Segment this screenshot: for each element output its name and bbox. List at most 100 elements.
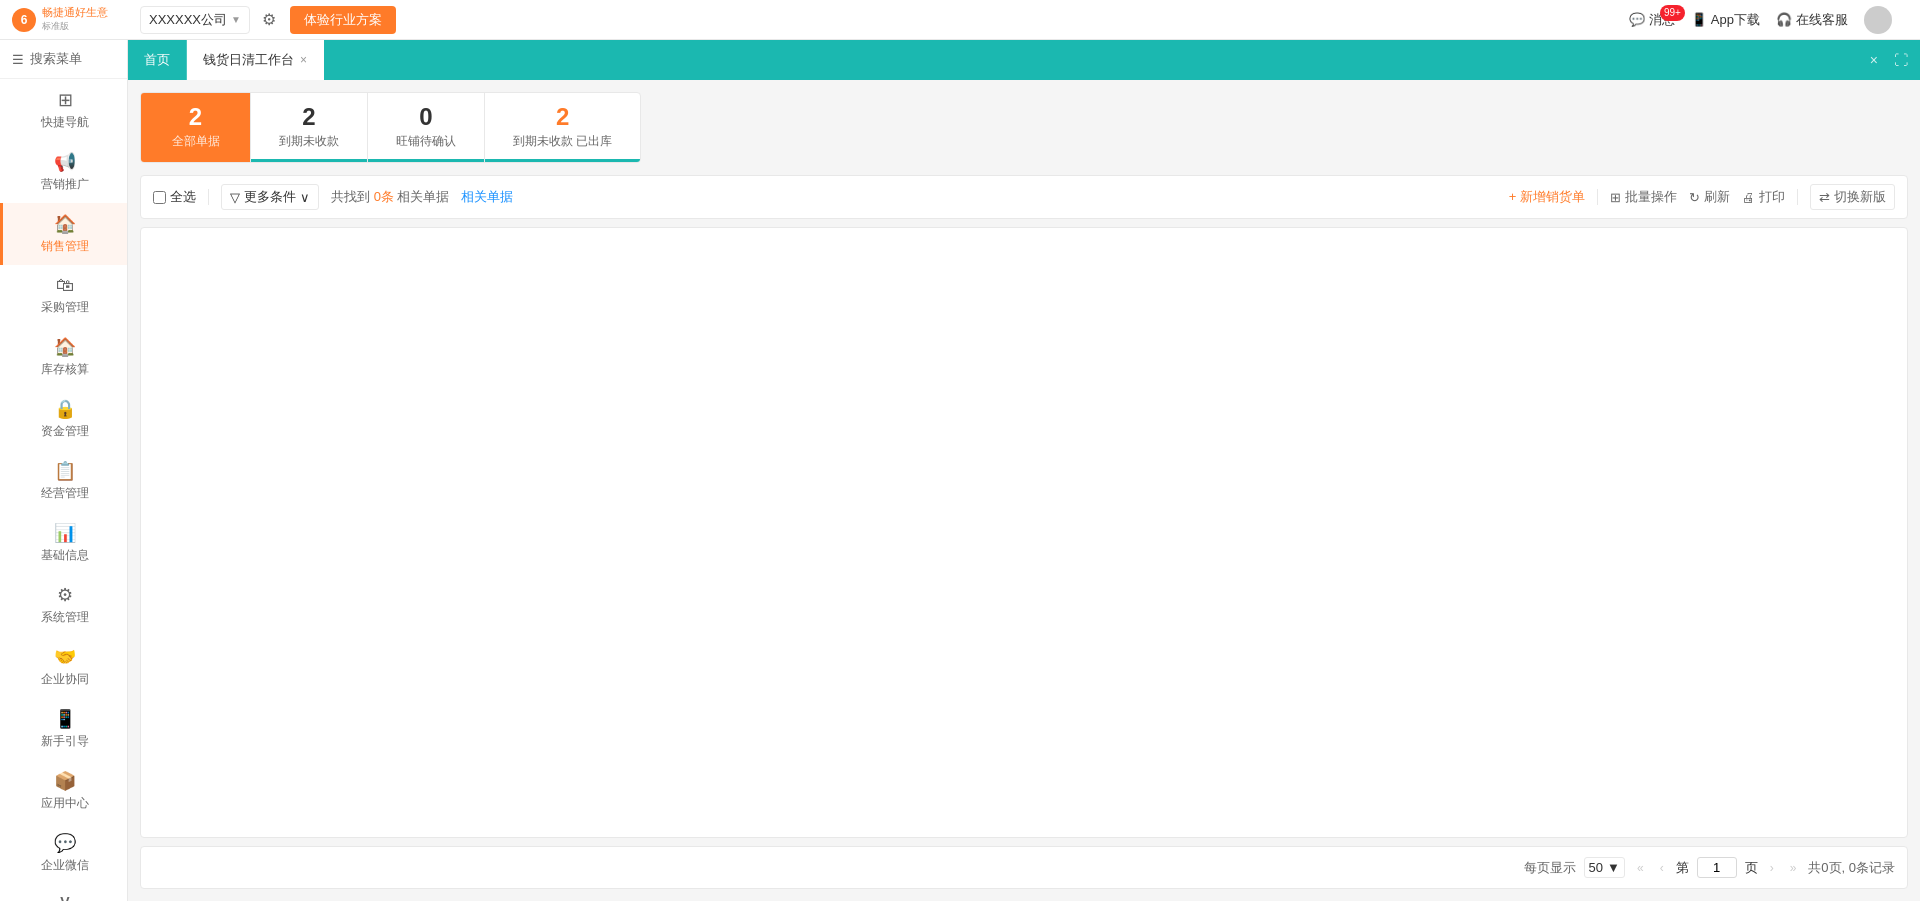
sidebar-item-member[interactable]: V 畅会员 [0, 884, 127, 901]
related-link[interactable]: 相关单据 [461, 188, 513, 206]
sidebar-item-app-center[interactable]: 📦 应用中心 [0, 760, 127, 822]
filter-icon: ▽ [230, 190, 240, 205]
card-shipped-underline [485, 159, 640, 162]
member-icon: V [60, 894, 69, 901]
card-shipped[interactable]: 2 到期未收款 已出库 [485, 93, 640, 162]
operations-label: 经营管理 [41, 485, 89, 502]
add-order-button[interactable]: + 新增销货单 [1509, 188, 1585, 206]
sidebar-item-inventory[interactable]: 🏠 库存核算 [0, 326, 127, 388]
card-shipped-label: 到期未收款 已出库 [513, 133, 612, 150]
sidebar-item-system[interactable]: ⚙ 系统管理 [0, 574, 127, 636]
basic-info-label: 基础信息 [41, 547, 89, 564]
app-download-button[interactable]: 📱 App下载 [1691, 11, 1760, 29]
card-pending-underline [368, 159, 484, 162]
select-all-input[interactable] [153, 191, 166, 204]
sidebar-item-sales[interactable]: 🏠 销售管理 [0, 203, 127, 265]
print-button[interactable]: 🖨 打印 [1742, 188, 1785, 206]
sales-label: 销售管理 [41, 238, 89, 255]
marketing-icon: 📢 [54, 151, 76, 173]
layout: ☰ 搜索菜单 ⊞ 快捷导航 📢 营销推广 🏠 销售管理 🛍 采购管理 🏠 库存核… [0, 0, 1920, 901]
add-order-label: + 新增销货单 [1509, 188, 1585, 206]
settings-icon[interactable]: ⚙ [258, 6, 280, 33]
company-arrow-icon: ▼ [231, 14, 241, 25]
sidebar-item-quick-nav[interactable]: ⊞ 快捷导航 [0, 79, 127, 141]
last-page-button[interactable]: » [1786, 859, 1801, 877]
sidebar-item-operations[interactable]: 📋 经营管理 [0, 450, 127, 512]
per-page-select[interactable]: 50 ▼ [1584, 857, 1625, 878]
cooperation-label: 企业协同 [41, 671, 89, 688]
card-all[interactable]: 2 全部单据 [141, 93, 251, 162]
select-all-checkbox[interactable]: 全选 [153, 188, 196, 206]
card-pending[interactable]: 0 旺铺待确认 [368, 93, 485, 162]
guide-label: 新手引导 [41, 733, 89, 750]
card-pending-label: 旺铺待确认 [396, 133, 456, 150]
message-icon: 💬 [1629, 12, 1645, 27]
card-pending-num: 0 [396, 105, 456, 129]
sidebar: ☰ 搜索菜单 ⊞ 快捷导航 📢 营销推广 🏠 销售管理 🛍 采购管理 🏠 库存核… [0, 40, 128, 901]
company-name: XXXXXX公司 [149, 11, 227, 29]
tab-close-icon[interactable]: × [300, 53, 307, 67]
card-overdue-underline [251, 159, 367, 162]
card-overdue-num: 2 [279, 105, 339, 129]
quick-nav-icon: ⊞ [58, 89, 73, 111]
sidebar-item-marketing[interactable]: 📢 营销推广 [0, 141, 127, 203]
next-page-button[interactable]: › [1766, 859, 1778, 877]
summary-cards: 2 全部单据 2 到期未收款 0 旺铺待确认 2 到期未收款 已出库 [140, 92, 641, 163]
refresh-button[interactable]: ↻ 刷新 [1689, 188, 1730, 206]
per-page-arrow-icon: ▼ [1607, 860, 1620, 875]
tab-fullscreen-btn[interactable]: ⛶ [1890, 48, 1912, 72]
found-prefix: 共找到 [331, 189, 370, 204]
service-label: 在线客服 [1796, 11, 1848, 29]
toolbar-right: + 新增销货单 ⊞ 批量操作 ↻ 刷新 🖨 打印 [1509, 184, 1895, 210]
avatar[interactable] [1864, 6, 1892, 34]
logo-icon: 6 [12, 8, 36, 32]
basic-info-icon: 📊 [54, 522, 76, 544]
company-selector[interactable]: XXXXXX公司 ▼ [140, 6, 250, 34]
page-suffix: 页 [1745, 859, 1758, 877]
per-page-value: 50 [1589, 860, 1603, 875]
main-content: 首页 钱货日清工作台 × × ⛶ 2 全部单据 2 到期未收款 [128, 40, 1920, 901]
purchase-label: 采购管理 [41, 299, 89, 316]
pagination: 每页显示 50 ▼ « ‹ 第 页 › » 共0页, 0条记录 [140, 846, 1908, 889]
cooperation-icon: 🤝 [54, 646, 76, 668]
operations-icon: 📋 [54, 460, 76, 482]
service-button[interactable]: 🎧 在线客服 [1776, 11, 1848, 29]
system-label: 系统管理 [41, 609, 89, 626]
logo-tag: 标准版 [42, 20, 108, 33]
page-input[interactable] [1697, 857, 1737, 878]
inventory-icon: 🏠 [54, 336, 76, 358]
per-page-label: 每页显示 [1524, 859, 1576, 877]
page-content: 2 全部单据 2 到期未收款 0 旺铺待确认 2 到期未收款 已出库 [128, 80, 1920, 901]
refresh-icon: ↻ [1689, 190, 1700, 205]
tab-workbench[interactable]: 钱货日清工作台 × [187, 40, 324, 80]
sidebar-item-guide[interactable]: 📱 新手引导 [0, 698, 127, 760]
first-page-button[interactable]: « [1633, 859, 1648, 877]
refresh-label: 刷新 [1704, 188, 1730, 206]
tab-close-btn[interactable]: × [1866, 48, 1882, 72]
sales-icon: 🏠 [54, 213, 76, 235]
select-all-label: 全选 [170, 188, 196, 206]
found-count: 0条 [374, 189, 394, 204]
message-button[interactable]: 💬 消息 99+ [1629, 11, 1675, 29]
sidebar-item-basic-info[interactable]: 📊 基础信息 [0, 512, 127, 574]
card-overdue[interactable]: 2 到期未收款 [251, 93, 368, 162]
tab-home-label: 首页 [144, 51, 170, 69]
sidebar-item-wecom[interactable]: 💬 企业微信 [0, 822, 127, 884]
sidebar-search[interactable]: ☰ 搜索菜单 [0, 40, 127, 79]
card-overdue-label: 到期未收款 [279, 133, 339, 150]
prev-page-button[interactable]: ‹ [1656, 859, 1668, 877]
page-label: 第 [1676, 859, 1689, 877]
wecom-label: 企业微信 [41, 857, 89, 874]
trial-button[interactable]: 体验行业方案 [290, 6, 396, 34]
toolbar-divider-2 [1597, 189, 1598, 205]
sidebar-item-cooperation[interactable]: 🤝 企业协同 [0, 636, 127, 698]
switch-button[interactable]: ⇄ 切换新版 [1810, 184, 1895, 210]
card-all-num: 2 [169, 105, 222, 129]
sidebar-item-finance[interactable]: 🔒 资金管理 [0, 388, 127, 450]
found-suffix: 相关单据 [397, 189, 449, 204]
batch-button[interactable]: ⊞ 批量操作 [1610, 188, 1677, 206]
sidebar-item-purchase[interactable]: 🛍 采购管理 [0, 265, 127, 326]
tab-home[interactable]: 首页 [128, 40, 187, 80]
batch-label: 批量操作 [1625, 188, 1677, 206]
filter-button[interactable]: ▽ 更多条件 ∨ [221, 184, 319, 210]
